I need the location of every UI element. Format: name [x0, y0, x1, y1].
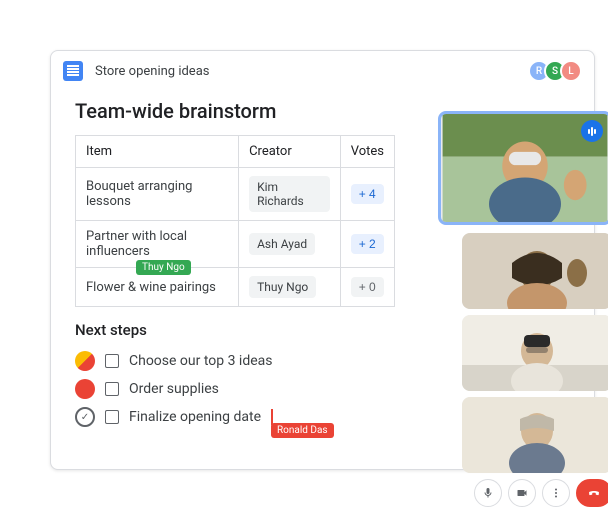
video-call-panel [454, 111, 608, 507]
vote-button[interactable]: + 0 [351, 277, 384, 297]
avatar[interactable]: L [560, 60, 582, 82]
col-item: Item [76, 136, 239, 168]
cell-item: Bouquet arranging lessons [76, 168, 239, 221]
table-row: Partner with local influencers Ash Ayad … [76, 221, 395, 268]
cell-votes: + 0 [340, 268, 394, 307]
cell-votes: + 4 [340, 168, 394, 221]
table-header-row: Item Creator Votes [76, 136, 395, 168]
titlebar: Store opening ideas R S L [51, 51, 594, 91]
table-row: Bouquet arranging lessons Kim Richards +… [76, 168, 395, 221]
document-title[interactable]: Store opening ideas [95, 64, 528, 79]
step-label: Choose our top 3 ideas [129, 353, 273, 369]
collaborator-cursor-tag: Thuy Ngo [136, 260, 191, 275]
video-button[interactable] [508, 479, 536, 507]
mic-button[interactable] [474, 479, 502, 507]
hangup-button[interactable] [576, 479, 608, 507]
collaborator-cursor-tag: Ronald Das [271, 423, 334, 438]
video-tile-main[interactable] [438, 111, 608, 225]
video-tile[interactable] [462, 315, 608, 391]
cell-creator: Kim Richards [239, 168, 341, 221]
step-label: Order supplies [129, 381, 219, 397]
table-row: Thuy Ngo Flower & wine pairings Thuy Ngo… [76, 268, 395, 307]
participant-video [462, 233, 608, 309]
brainstorm-table: Item Creator Votes Bouquet arranging les… [75, 135, 395, 307]
call-controls [454, 479, 608, 507]
checkbox[interactable] [105, 410, 119, 424]
vote-button[interactable]: + 4 [351, 184, 384, 204]
assignee-icon [75, 351, 95, 371]
more-button[interactable] [542, 479, 570, 507]
video-icon [516, 487, 528, 499]
cell-creator: Thuy Ngo [239, 268, 341, 307]
video-tile[interactable] [462, 233, 608, 309]
vote-button[interactable]: + 2 [351, 234, 384, 254]
col-creator: Creator [239, 136, 341, 168]
creator-pill: Thuy Ngo [249, 276, 316, 298]
collaborator-cursor: Ronald Das [271, 409, 273, 425]
participant-video [462, 397, 608, 473]
creator-pill: Ash Ayad [249, 233, 315, 255]
collaborator-avatars: R S L [528, 60, 582, 82]
mic-icon [482, 487, 494, 499]
check-circle-icon: ✓ [75, 407, 95, 427]
checkbox[interactable] [105, 382, 119, 396]
phone-hangup-icon [586, 485, 602, 501]
step-label: Finalize opening date [129, 409, 261, 425]
assignee-icon [75, 379, 95, 399]
video-tile[interactable] [462, 397, 608, 473]
participant-video [462, 315, 608, 391]
col-votes: Votes [340, 136, 394, 168]
cell-item: Thuy Ngo Flower & wine pairings [76, 268, 239, 307]
more-vertical-icon [550, 487, 562, 499]
creator-pill: Kim Richards [249, 176, 330, 212]
docs-icon [63, 61, 83, 81]
audio-active-icon [581, 120, 603, 142]
document-window: Store opening ideas R S L Team-wide brai… [50, 50, 595, 470]
cell-votes: + 2 [340, 221, 394, 268]
cell-creator: Ash Ayad [239, 221, 341, 268]
checkbox[interactable] [105, 354, 119, 368]
